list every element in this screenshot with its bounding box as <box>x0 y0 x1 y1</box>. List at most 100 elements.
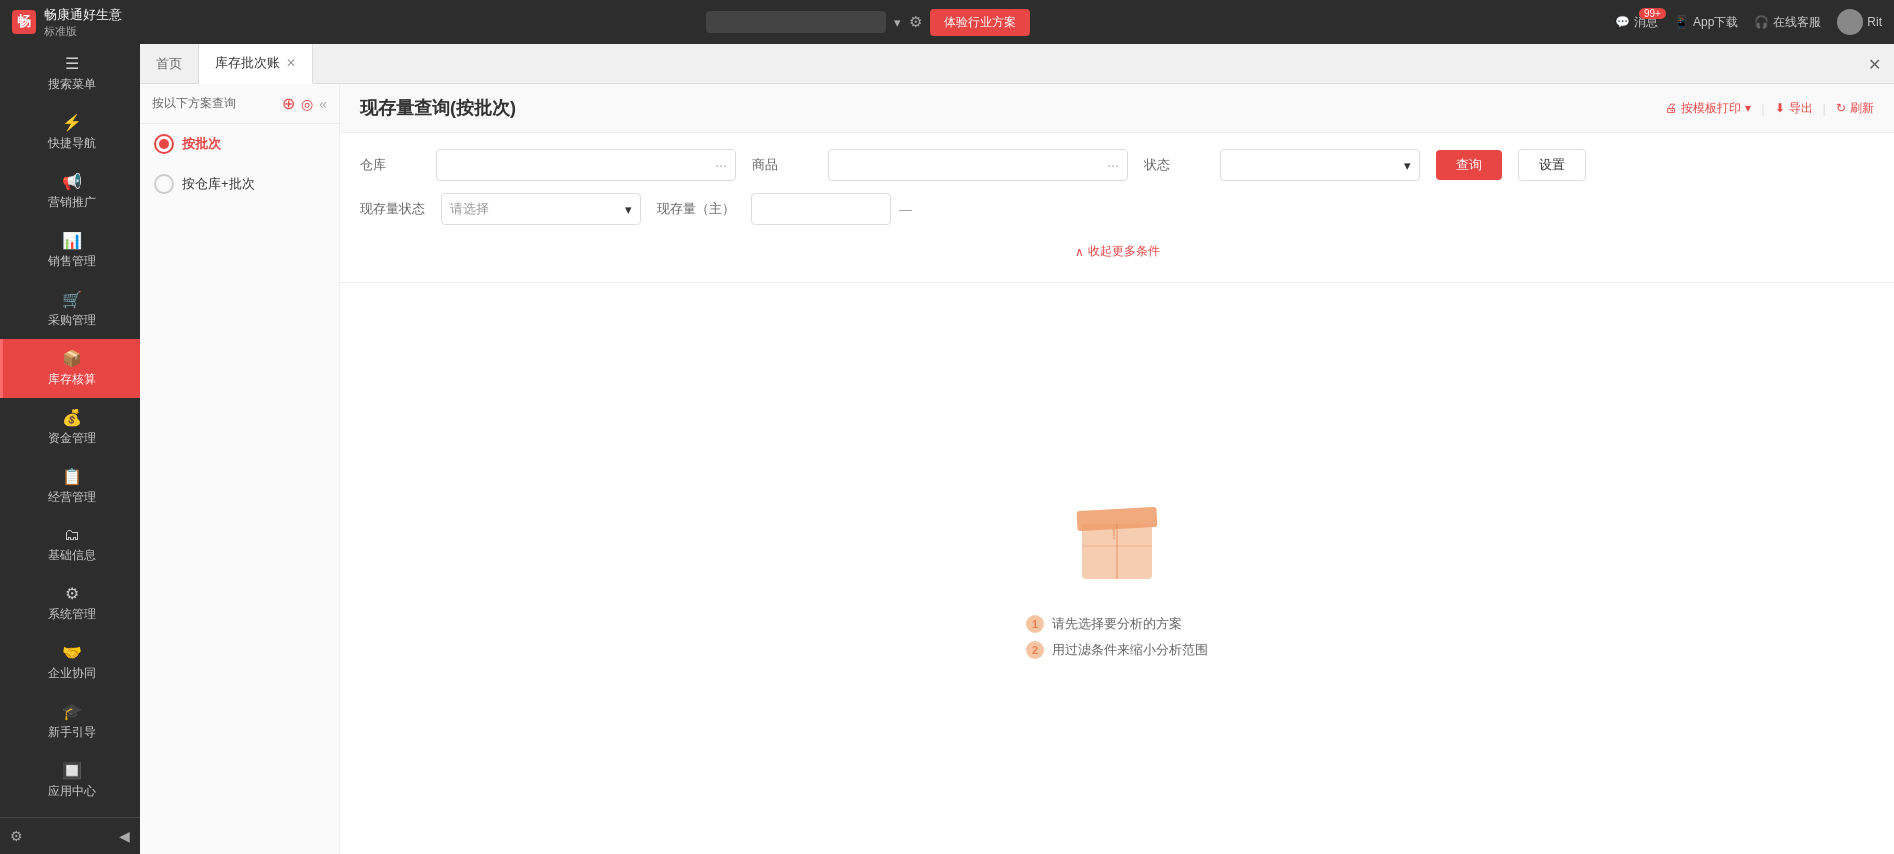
sidebar-item-apps[interactable]: 🔲 应用中心 <box>0 751 140 810</box>
app-download-icon: 📱 <box>1674 15 1689 29</box>
plan-item-by-batch[interactable]: 按批次 <box>140 124 339 164</box>
export-label: 导出 <box>1789 100 1813 117</box>
collapse-label: 收起更多条件 <box>1088 243 1160 260</box>
refresh-label: 刷新 <box>1850 100 1874 117</box>
sidebar-item-enterprise[interactable]: 🤝 企业协同 <box>0 633 140 692</box>
tab-home[interactable]: 首页 <box>140 44 199 84</box>
page-header-actions: 🖨 按模板打印 ▾ | ⬇ 导出 | ↻ 刷新 <box>1665 100 1874 117</box>
app-title: 畅康通好生意 <box>44 6 122 24</box>
add-plan-icon[interactable]: ⊕ <box>282 94 295 113</box>
hint-2: 2 用过滤条件来缩小分析范围 <box>1026 641 1208 659</box>
gear-icon[interactable]: ⚙ <box>909 13 922 31</box>
left-panel: 按以下方案查询 ⊕ ◎ « 按批次 按仓库+批次 <box>140 84 340 854</box>
stock-qty-label: 现存量（主） <box>657 200 735 218</box>
sales-icon: 📊 <box>62 231 82 250</box>
sidebar-item-wechat[interactable]: 💬 企业微信 <box>0 810 140 817</box>
plan-item-by-warehouse-batch[interactable]: 按仓库+批次 <box>140 164 339 204</box>
sidebar-label-purchase: 采购管理 <box>48 312 96 329</box>
app-info: 畅康通好生意 标准版 <box>44 6 122 39</box>
sidebar-item-system[interactable]: ⚙ 系统管理 <box>0 574 140 633</box>
sidebar-label-marketing: 营销推广 <box>48 194 96 211</box>
empty-svg: ! <box>1057 479 1177 599</box>
search-input[interactable] <box>706 11 886 33</box>
filter-area: 仓库 ··· 商品 ··· 状态 ▾ <box>340 133 1894 283</box>
user-name: Rit <box>1867 15 1882 29</box>
sidebar-item-newbie[interactable]: 🎓 新手引导 <box>0 692 140 751</box>
dropdown-icon[interactable]: ▾ <box>894 15 901 30</box>
empty-illustration: ! <box>1057 479 1177 599</box>
sidebar-item-purchase[interactable]: 🛒 采购管理 <box>0 280 140 339</box>
app-download-label: App下载 <box>1693 14 1738 31</box>
refresh-icon: ↻ <box>1836 101 1846 115</box>
sidebar-label-quick-nav: 快捷导航 <box>48 135 96 152</box>
marketing-icon: 📢 <box>62 172 82 191</box>
product-input[interactable] <box>837 158 1103 173</box>
main-content: 现存量查询(按批次) 🖨 按模板打印 ▾ | ⬇ 导出 | <box>340 84 1894 854</box>
divider1: | <box>1761 101 1764 116</box>
app-download-btn[interactable]: 📱 App下载 <box>1674 14 1738 31</box>
tab-close-icon[interactable]: ✕ <box>286 56 296 70</box>
warehouse-more-icon[interactable]: ··· <box>715 157 727 173</box>
status-label: 状态 <box>1144 156 1204 174</box>
settings-plan-icon[interactable]: ◎ <box>301 96 313 112</box>
quick-nav-icon: ⚡ <box>62 113 82 132</box>
online-service-btn[interactable]: 🎧 在线客服 <box>1754 14 1821 31</box>
sidebar-item-marketing[interactable]: 📢 营销推广 <box>0 162 140 221</box>
main-layout: ☰ 搜索菜单 ⚡ 快捷导航 📢 营销推广 📊 销售管理 🛒 采购管理 📦 库 <box>0 44 1894 854</box>
product-input-wrap: ··· <box>828 149 1128 181</box>
sidebar-settings-icon[interactable]: ⚙ <box>10 828 23 844</box>
tab-inventory-batch-label: 库存批次账 <box>215 54 280 72</box>
tab-inventory-batch[interactable]: 库存批次账 ✕ <box>199 44 313 84</box>
product-more-icon[interactable]: ··· <box>1107 157 1119 173</box>
user-menu[interactable]: Rit <box>1837 9 1882 35</box>
export-btn[interactable]: ⬇ 导出 <box>1775 100 1813 117</box>
message-btn[interactable]: 💬 消息 99+ <box>1615 14 1658 31</box>
apps-icon: 🔲 <box>62 761 82 780</box>
print-label: 按模板打印 <box>1681 100 1741 117</box>
app-subtitle: 标准版 <box>44 24 122 39</box>
warehouse-label: 仓库 <box>360 156 420 174</box>
hint-text-2: 用过滤条件来缩小分析范围 <box>1052 641 1208 659</box>
sidebar: ☰ 搜索菜单 ⚡ 快捷导航 📢 营销推广 📊 销售管理 🛒 采购管理 📦 库 <box>0 44 140 854</box>
collapse-row[interactable]: ∧ 收起更多条件 <box>360 237 1874 266</box>
stock-status-select[interactable]: 请选择 ▾ <box>441 193 641 225</box>
warehouse-input[interactable] <box>445 158 711 173</box>
stock-qty-min[interactable] <box>751 193 891 225</box>
query-btn[interactable]: 查询 <box>1436 150 1502 180</box>
plan-label-by-batch: 按批次 <box>182 135 221 153</box>
basics-icon: 🗂 <box>64 526 80 544</box>
print-btn[interactable]: 🖨 按模板打印 ▾ <box>1665 100 1751 117</box>
search-menu-icon: ☰ <box>65 54 79 73</box>
message-icon: 💬 <box>1615 15 1630 29</box>
sidebar-collapse-icon[interactable]: ◀ <box>119 828 130 844</box>
top-bar-right: 💬 消息 99+ 📱 App下载 🎧 在线客服 Rit <box>1615 9 1882 35</box>
print-dropdown-icon[interactable]: ▾ <box>1745 101 1751 115</box>
divider2: | <box>1823 101 1826 116</box>
sidebar-item-operations[interactable]: 📋 经营管理 <box>0 457 140 516</box>
newbie-icon: 🎓 <box>62 702 82 721</box>
purchase-icon: 🛒 <box>62 290 82 309</box>
settings-btn[interactable]: 设置 <box>1518 149 1586 181</box>
page-close-btn[interactable]: ✕ <box>1854 44 1894 84</box>
plan-dot-active <box>154 134 174 154</box>
content-area: 首页 库存批次账 ✕ ✕ 按以下方案查询 ⊕ ◎ « <box>140 44 1894 854</box>
experience-btn[interactable]: 体验行业方案 <box>930 9 1030 36</box>
page-title: 现存量查询(按批次) <box>360 96 516 120</box>
warehouse-input-wrap: ··· <box>436 149 736 181</box>
refresh-btn[interactable]: ↻ 刷新 <box>1836 100 1874 117</box>
headset-icon: 🎧 <box>1754 15 1769 29</box>
sidebar-item-inventory[interactable]: 📦 库存核算 <box>0 339 140 398</box>
sidebar-item-finance[interactable]: 💰 资金管理 <box>0 398 140 457</box>
operations-icon: 📋 <box>62 467 82 486</box>
status-select[interactable]: ▾ <box>1220 149 1420 181</box>
left-panel-icons: ⊕ ◎ « <box>282 94 327 113</box>
svg-text:!: ! <box>1112 526 1116 542</box>
sidebar-item-sales[interactable]: 📊 销售管理 <box>0 221 140 280</box>
sidebar-item-basics[interactable]: 🗂 基础信息 <box>0 516 140 574</box>
sidebar-item-search[interactable]: ☰ 搜索菜单 <box>0 44 140 103</box>
stock-status-placeholder: 请选择 <box>450 200 621 218</box>
printer-icon: 🖨 <box>1665 101 1677 115</box>
collapse-panel-icon[interactable]: « <box>319 96 327 112</box>
sidebar-item-quick-nav[interactable]: ⚡ 快捷导航 <box>0 103 140 162</box>
top-bar-left: 畅 畅康通好生意 标准版 <box>12 6 122 39</box>
